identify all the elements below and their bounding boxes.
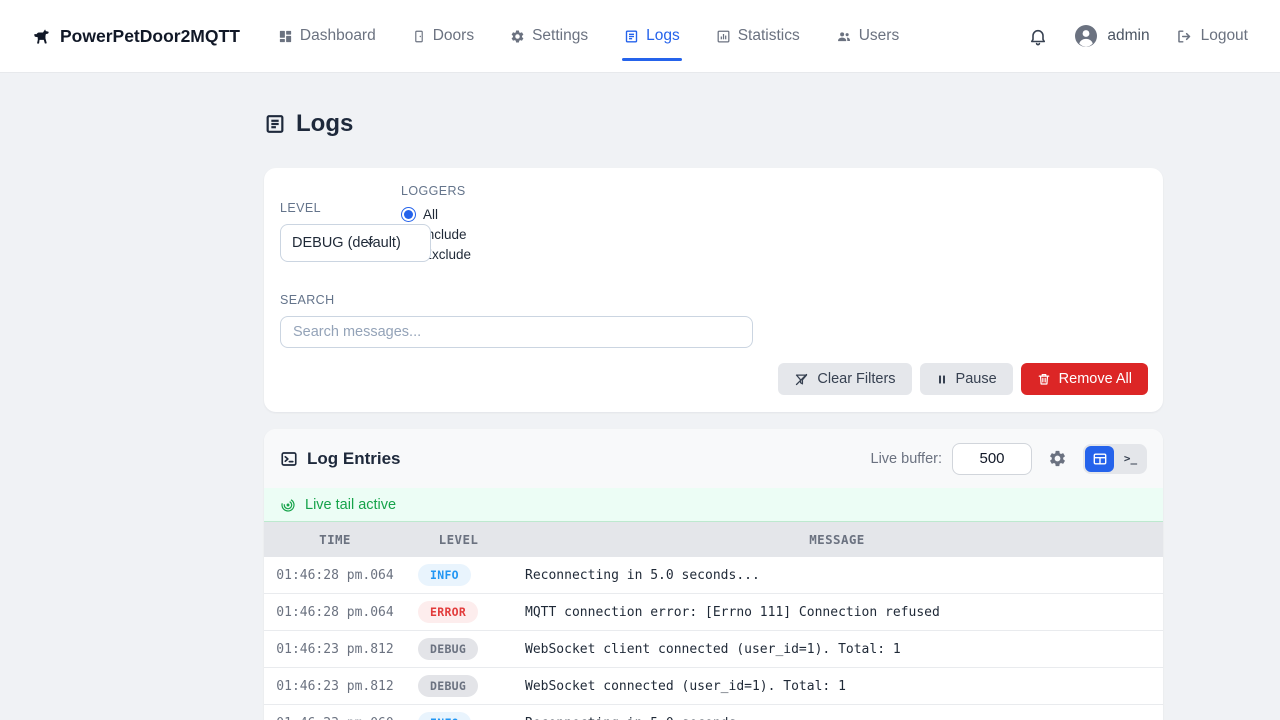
user-menu[interactable]: admin xyxy=(1074,24,1150,48)
app-title: PowerPetDoor2MQTT xyxy=(60,25,240,46)
live-tail-text: Live tail active xyxy=(305,496,397,513)
pause-icon xyxy=(936,373,948,386)
loggers-label: LOGGERS xyxy=(401,184,466,198)
terminal-view-icon: >_ xyxy=(1123,452,1138,465)
users-icon xyxy=(836,29,852,44)
logs-page-icon xyxy=(264,113,286,135)
log-time: 01:46:23 pm.812 xyxy=(264,667,406,705)
logger-option-all: All xyxy=(401,207,471,222)
logger-radio-all[interactable] xyxy=(401,207,416,222)
nav-item-statistics[interactable]: Statistics xyxy=(716,27,800,45)
live-tail-banner: Live tail active xyxy=(264,488,1163,522)
column-header-time: TIME xyxy=(264,522,406,557)
main-content: Logs LEVEL DEBUG (default) LOGGERS All I… xyxy=(264,110,1163,720)
broadcast-icon xyxy=(280,497,296,513)
log-entries-header: Log Entries Live buffer: 500 >_ xyxy=(264,429,1163,488)
log-message: Reconnecting in 5.0 seconds... xyxy=(525,567,760,583)
terminal-view-button[interactable]: >_ xyxy=(1116,446,1145,472)
logs-icon xyxy=(624,29,639,44)
dashboard-icon xyxy=(278,29,293,44)
trash-icon xyxy=(1037,372,1051,386)
notifications-bell-button[interactable] xyxy=(1028,26,1048,47)
level-badge: DEBUG xyxy=(418,675,479,697)
door-icon xyxy=(412,29,426,44)
column-header-message: MESSAGE xyxy=(511,522,1163,557)
log-row[interactable]: 01:46:28 pm.064 ERROR MQTT connection er… xyxy=(264,593,1163,631)
nav-item-doors[interactable]: Doors xyxy=(412,27,474,45)
log-row[interactable]: 01:46:23 pm.812 DEBUG WebSocket connecte… xyxy=(264,667,1163,705)
log-time: 01:46:23 pm.812 xyxy=(264,630,406,668)
log-row[interactable]: 01:46:28 pm.064 INFO Reconnecting in 5.0… xyxy=(264,557,1163,594)
nav-item-dashboard[interactable]: Dashboard xyxy=(278,27,376,45)
nav-item-settings[interactable]: Settings xyxy=(510,27,588,45)
table-view-icon xyxy=(1093,452,1107,466)
filter-slash-icon xyxy=(794,372,809,387)
logout-button[interactable]: Logout xyxy=(1176,27,1248,45)
log-time: 01:46:28 pm.064 xyxy=(276,567,394,583)
log-entries-panel: Log Entries Live buffer: 500 >_ Live tai… xyxy=(264,429,1163,720)
level-badge: INFO xyxy=(418,564,471,586)
terminal-icon xyxy=(280,450,298,468)
page-title: Logs xyxy=(264,110,1163,138)
live-buffer-label: Live buffer: xyxy=(870,450,942,467)
user-avatar-icon xyxy=(1074,24,1098,48)
log-row[interactable]: 01:46:23 pm.060 INFO Reconnecting in 5.0… xyxy=(264,704,1163,720)
table-view-button[interactable] xyxy=(1085,445,1114,472)
pause-button[interactable]: Pause xyxy=(919,363,1013,395)
logout-icon xyxy=(1176,28,1193,45)
bell-icon xyxy=(1028,26,1048,47)
nav-item-logs[interactable]: Logs xyxy=(622,27,682,61)
gear-icon xyxy=(1048,449,1067,468)
app-brand: PowerPetDoor2MQTT xyxy=(32,26,240,47)
log-time: 01:46:23 pm.060 xyxy=(264,704,406,720)
log-entries-title: Log Entries xyxy=(280,449,401,469)
dog-logo-icon xyxy=(32,27,51,46)
log-message: WebSocket connected (user_id=1). Total: … xyxy=(511,667,1163,705)
level-badge: ERROR xyxy=(418,601,479,623)
log-controls: Live buffer: >_ xyxy=(870,442,1147,475)
column-header-level: LEVEL xyxy=(406,522,511,557)
navbar-right: admin Logout xyxy=(1028,24,1248,48)
live-buffer-input[interactable] xyxy=(952,442,1032,475)
log-table-header-row: TIME LEVEL MESSAGE xyxy=(264,522,1163,557)
level-badge: DEBUG xyxy=(418,638,479,660)
log-message: Reconnecting in 5.0 seconds... xyxy=(511,704,1163,720)
search-label: SEARCH xyxy=(280,293,335,307)
nav-item-users[interactable]: Users xyxy=(836,27,899,45)
log-time: 01:46:28 pm.064 xyxy=(264,593,406,631)
log-message: WebSocket client connected (user_id=1). … xyxy=(511,630,1163,668)
log-row[interactable]: 01:46:23 pm.812 DEBUG WebSocket client c… xyxy=(264,630,1163,668)
level-select[interactable]: DEBUG (default) xyxy=(280,224,431,262)
log-settings-button[interactable] xyxy=(1046,447,1069,470)
view-mode-toggle: >_ xyxy=(1083,443,1147,474)
level-label: LEVEL xyxy=(280,201,321,215)
username: admin xyxy=(1107,27,1150,44)
filters-panel: LEVEL DEBUG (default) LOGGERS All Includ… xyxy=(264,168,1163,412)
log-message: MQTT connection error: [Errno 111] Conne… xyxy=(511,593,1163,631)
log-table: TIME LEVEL MESSAGE 01:46:28 pm.064 INFO … xyxy=(264,522,1163,720)
remove-all-button[interactable]: Remove All xyxy=(1020,363,1148,395)
bar-chart-icon xyxy=(716,29,731,44)
gear-icon xyxy=(510,29,525,44)
primary-nav: Dashboard Doors Settings Logs Statistics xyxy=(278,27,899,61)
clear-filters-button[interactable]: Clear Filters xyxy=(778,363,912,395)
filter-actions: Clear Filters Pause Remove All xyxy=(778,363,1148,395)
level-badge: INFO xyxy=(418,712,471,720)
top-navbar: PowerPetDoor2MQTT Dashboard Doors Settin… xyxy=(0,0,1280,73)
search-input[interactable] xyxy=(280,316,753,348)
